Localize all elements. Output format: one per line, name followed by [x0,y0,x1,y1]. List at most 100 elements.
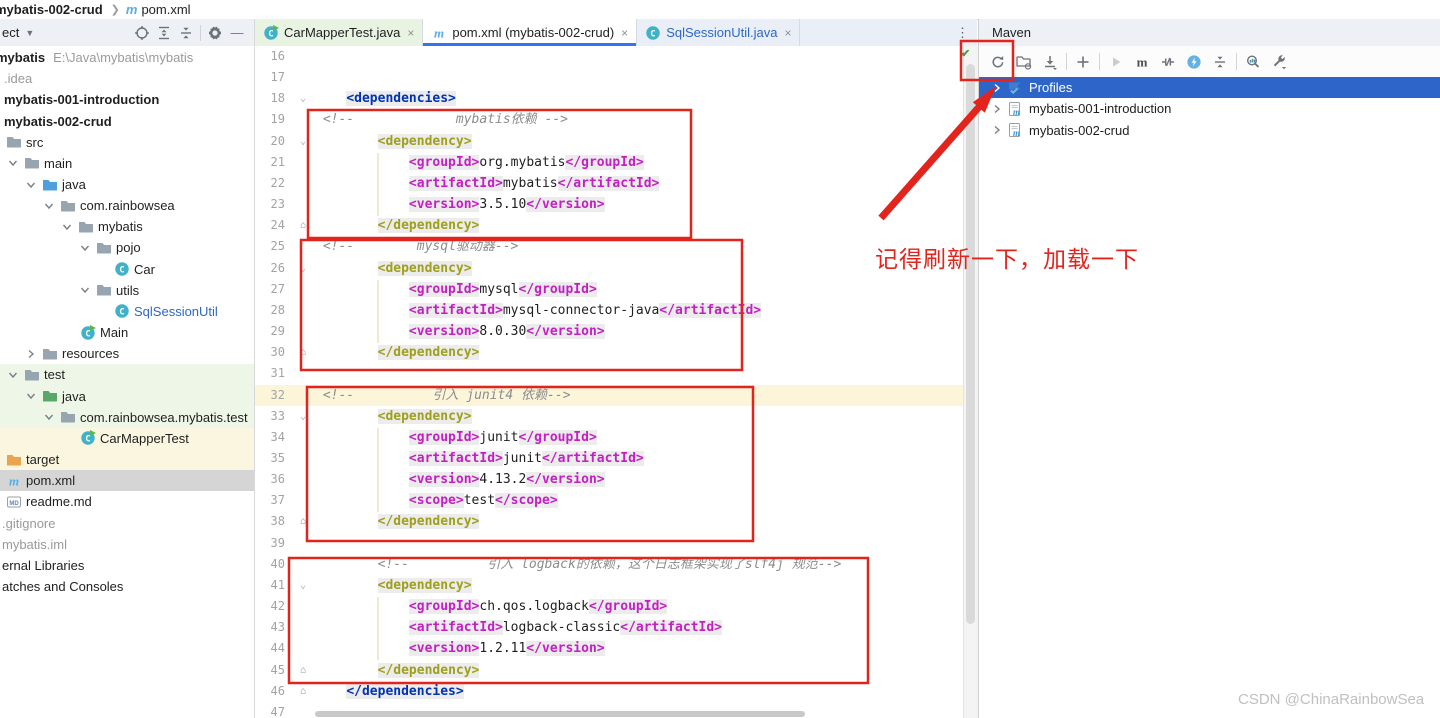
hide-panel-icon[interactable]: — [226,23,248,43]
fold-end-icon[interactable]: ⌂ [291,511,315,532]
editor-line-39[interactable]: 39 [255,533,963,554]
project-panel-title[interactable]: ect [2,25,19,40]
fold-open-icon[interactable]: ⌄ [291,258,315,279]
editor-line-43[interactable]: 43 <artifactId>logback-classic</artifact… [255,617,963,638]
editor-line-29[interactable]: 29 <version>8.0.30</version> [255,321,963,342]
gear-icon[interactable] [204,23,226,43]
breadcrumb-file[interactable]: pom.xml [141,2,190,17]
editor-line-16[interactable]: 16 [255,46,963,67]
editor-line-31[interactable]: 31 [255,363,963,384]
editor-line-25[interactable]: 25 <!-- mysql驱动器--> [255,236,963,257]
tree-item-utils[interactable]: utils [0,280,254,301]
chevron-right-icon[interactable] [23,343,39,364]
tree-item-pom-xml[interactable]: m pom.xml [0,470,254,492]
editor-line-26[interactable]: 26 ⌄ <dependency> [255,258,963,279]
tree-item-com-rainbowsea-mybatis-test[interactable]: com.rainbowsea.mybatis.test [0,406,254,428]
tree-item-pojo[interactable]: pojo [0,237,254,258]
fold-open-icon[interactable]: ⌄ [291,131,315,152]
chevron-down-icon[interactable] [23,386,39,407]
tree-item-carmappertest[interactable]: C CarMapperTest [0,427,254,449]
maven-item-mybatis-001-introduction[interactable]: m mybatis-001-introduction [979,98,1440,119]
editor-line-28[interactable]: 28 <artifactId>mysql-connector-java</art… [255,300,963,321]
editor-line-19[interactable]: 19 <!-- mybatis依赖 --> [255,109,963,130]
add-maven-project-icon[interactable] [1070,51,1096,73]
tree-item-readme-md[interactable]: MD readme.md [0,491,254,512]
tree-item-test[interactable]: test [0,364,254,386]
fold-end-icon[interactable]: ⌂ [291,215,315,236]
editor-line-36[interactable]: 36 <version>4.13.2</version> [255,469,963,490]
tree-item-atches-and-consoles[interactable]: atches and Consoles [0,576,254,597]
tree-item-target[interactable]: target [0,448,254,471]
tab-carmappertest-java[interactable]: C CarMapperTest.java × [255,19,424,46]
analyze-dependencies-icon[interactable] [1240,51,1266,73]
chevron-down-icon[interactable] [23,174,39,195]
tree-item-mybatis-001-introduction[interactable]: mybatis-001-introduction [0,89,254,110]
chevron-down-icon[interactable] [77,280,93,301]
editor-line-27[interactable]: 27 <groupId>mysql</groupId> [255,279,963,300]
chevron-down-icon[interactable] [41,195,57,216]
editor-line-46[interactable]: 46 ⌂ </dependencies> [255,681,963,702]
tree-item-mybatis[interactable]: mybatis E:\Java\mybatis\mybatis [0,47,254,68]
skip-tests-icon[interactable] [1155,51,1181,73]
editor-line-40[interactable]: 40 <!-- 引入 logback的依赖，这个日志框架实现了slf4j 规范-… [255,554,963,575]
editor-line-21[interactable]: 21 <groupId>org.mybatis</groupId> [255,152,963,173]
editor[interactable]: 16 17 18 ⌄ <dependencies> 19 <!-- mybatis依赖 … [255,46,963,718]
run-build-icon[interactable] [1103,51,1129,73]
editor-line-18[interactable]: 18 ⌄ <dependencies> [255,88,963,109]
locate-icon[interactable] [131,23,153,43]
generate-sources-icon[interactable] [1011,51,1037,73]
tree-item-mybatis-iml[interactable]: mybatis.iml [0,534,254,555]
tree-item-resources[interactable]: resources [0,343,254,364]
editor-line-24[interactable]: 24 ⌂ </dependency> [255,215,963,236]
close-icon[interactable]: × [784,26,791,40]
editor-line-20[interactable]: 20 ⌄ <dependency> [255,131,963,152]
execute-maven-goal-icon[interactable]: m [1129,51,1155,73]
editor-line-32[interactable]: 32 <!-- 引入 junit4 依赖--> [255,384,963,406]
refresh-icon[interactable] [985,51,1011,73]
collapse-all-icon[interactable] [175,23,197,43]
tree-item-car[interactable]: C Car [0,259,254,280]
download-sources-icon[interactable] [1037,51,1063,73]
chevron-down-icon[interactable] [5,364,21,385]
tree-item-mybatis-002-crud[interactable]: mybatis-002-crud [0,110,254,131]
editor-horizontal-scrollbar[interactable] [315,711,805,717]
maven-item-mybatis-002-crud[interactable]: m mybatis-002-crud [979,120,1440,141]
editor-line-38[interactable]: 38 ⌂ </dependency> [255,511,963,532]
editor-line-34[interactable]: 34 <groupId>junit</groupId> [255,427,963,448]
tree-item-java[interactable]: java [0,174,254,195]
tab-sqlsessionutil-java[interactable]: C SqlSessionUtil.java × [637,19,801,46]
fold-open-icon[interactable]: ⌄ [291,575,315,596]
fold-open-icon[interactable]: ⌄ [291,88,315,109]
fold-end-icon[interactable]: ⌂ [291,342,315,363]
editor-vertical-scrollbar[interactable] [963,46,978,718]
collapse-all-icon[interactable] [1207,51,1233,73]
tree-item--gitignore[interactable]: .gitignore [0,512,254,533]
chevron-down-icon[interactable] [5,153,21,174]
close-icon[interactable]: × [407,26,414,40]
editor-line-37[interactable]: 37 <scope>test</scope> [255,490,963,511]
editor-line-23[interactable]: 23 <version>3.5.10</version> [255,194,963,215]
fold-open-icon[interactable]: ⌄ [291,406,315,427]
editor-line-17[interactable]: 17 [255,67,963,88]
tab-options-icon[interactable]: ⋮ [956,19,977,46]
fold-end-icon[interactable]: ⌂ [291,681,315,702]
tree-item-com-rainbowsea[interactable]: com.rainbowsea [0,195,254,216]
chevron-right-icon[interactable] [989,122,1005,138]
tree-item-src[interactable]: src [0,132,254,153]
maven-item-profiles[interactable]: Profiles [979,77,1440,99]
toggle-offline-icon[interactable] [1181,51,1207,73]
editor-line-41[interactable]: 41 ⌄ <dependency> [255,575,963,596]
editor-line-42[interactable]: 42 <groupId>ch.qos.logback</groupId> [255,596,963,617]
maven-settings-icon[interactable] [1266,51,1292,73]
scrollbar-thumb[interactable] [966,64,975,624]
chevron-right-icon[interactable] [989,101,1005,117]
tree-item-ernal-libraries[interactable]: ernal Libraries [0,555,254,576]
tree-item--idea[interactable]: .idea [0,68,254,89]
tree-item-java[interactable]: java [0,385,254,407]
editor-line-22[interactable]: 22 <artifactId>mybatis</artifactId> [255,173,963,194]
editor-line-33[interactable]: 33 ⌄ <dependency> [255,406,963,427]
chevron-down-icon[interactable] [59,216,75,237]
tab-pom-xml-mybatis-002-crud-[interactable]: m pom.xml (mybatis-002-crud) × [423,19,638,46]
tree-item-mybatis[interactable]: mybatis [0,216,254,237]
inspections-ok-icon[interactable]: ✔ [961,47,970,60]
